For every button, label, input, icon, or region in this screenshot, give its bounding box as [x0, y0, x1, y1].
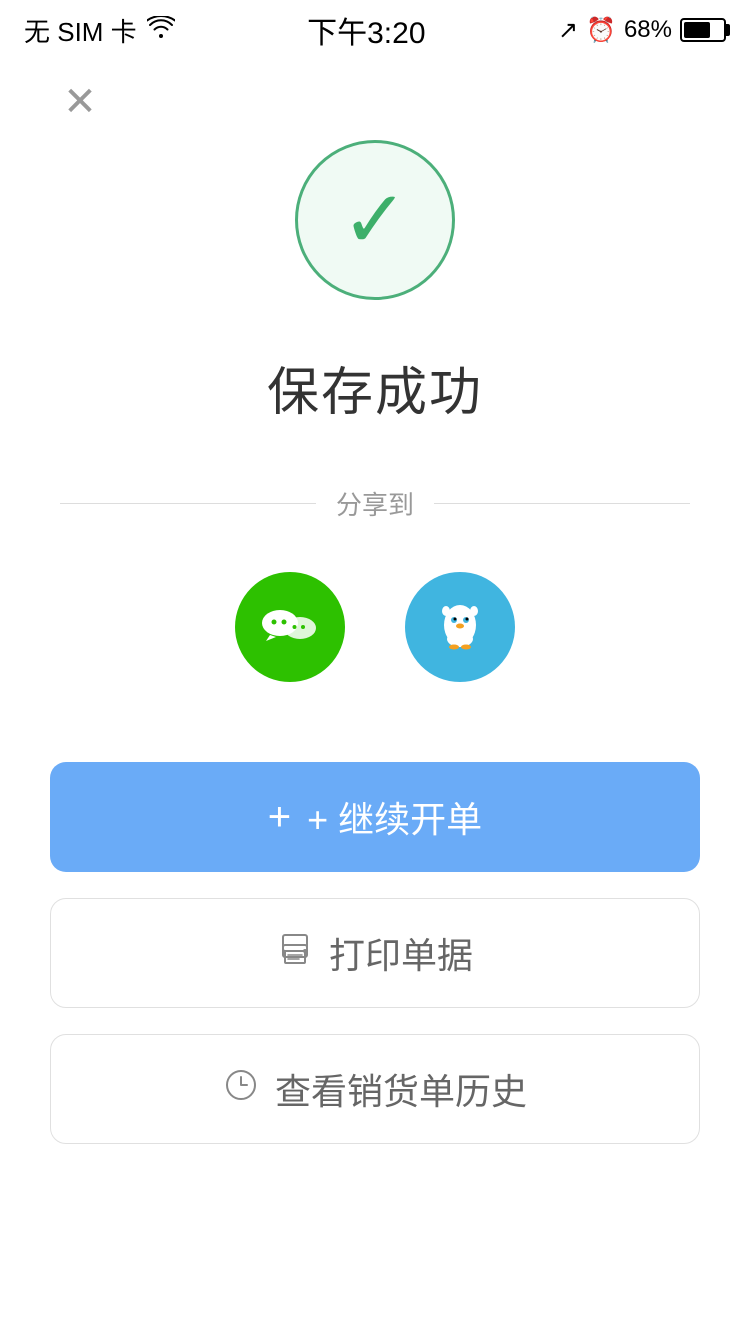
main-content: ✓ 保存成功 分享到: [0, 60, 750, 1144]
history-icon: [223, 1067, 259, 1112]
battery-icon: [680, 18, 726, 42]
divider-right: [434, 503, 690, 504]
checkmark-icon: ✓: [341, 180, 408, 260]
history-button[interactable]: 查看销货单历史: [50, 1034, 700, 1144]
divider-left: [60, 503, 316, 504]
carrier-text: 无 SIM 卡: [24, 12, 137, 49]
status-carrier: 无 SIM 卡: [24, 12, 175, 49]
close-button[interactable]: ✕: [50, 72, 110, 132]
location-icon: ↗: [558, 16, 578, 45]
continue-label: + 继续开单: [307, 791, 482, 843]
plus-icon: +: [268, 795, 291, 840]
share-label: 分享到: [336, 485, 414, 522]
print-label: 打印单据: [329, 927, 473, 979]
qq-share-button[interactable]: [405, 572, 515, 682]
wechat-share-button[interactable]: [235, 572, 345, 682]
print-button[interactable]: 打印单据: [50, 898, 700, 1008]
battery-percent: 68%: [624, 16, 672, 44]
share-icons: [235, 572, 515, 682]
status-bar: 无 SIM 卡 下午3:20 ↗ ⏰ 68%: [0, 0, 750, 60]
success-title: 保存成功: [267, 350, 483, 425]
history-label: 查看销货单历史: [275, 1063, 527, 1115]
share-divider: 分享到: [0, 485, 750, 522]
close-icon: ✕: [63, 82, 97, 122]
status-right: ↗ ⏰ 68%: [558, 16, 726, 45]
continue-button[interactable]: + + 继续开单: [50, 762, 700, 872]
status-time: 下午3:20: [307, 8, 425, 52]
printer-icon: [277, 931, 313, 976]
success-circle: ✓: [295, 140, 455, 300]
action-buttons: + + 继续开单 打印单据: [0, 762, 750, 1144]
wifi-icon: [147, 16, 175, 45]
alarm-icon: ⏰: [586, 16, 616, 45]
